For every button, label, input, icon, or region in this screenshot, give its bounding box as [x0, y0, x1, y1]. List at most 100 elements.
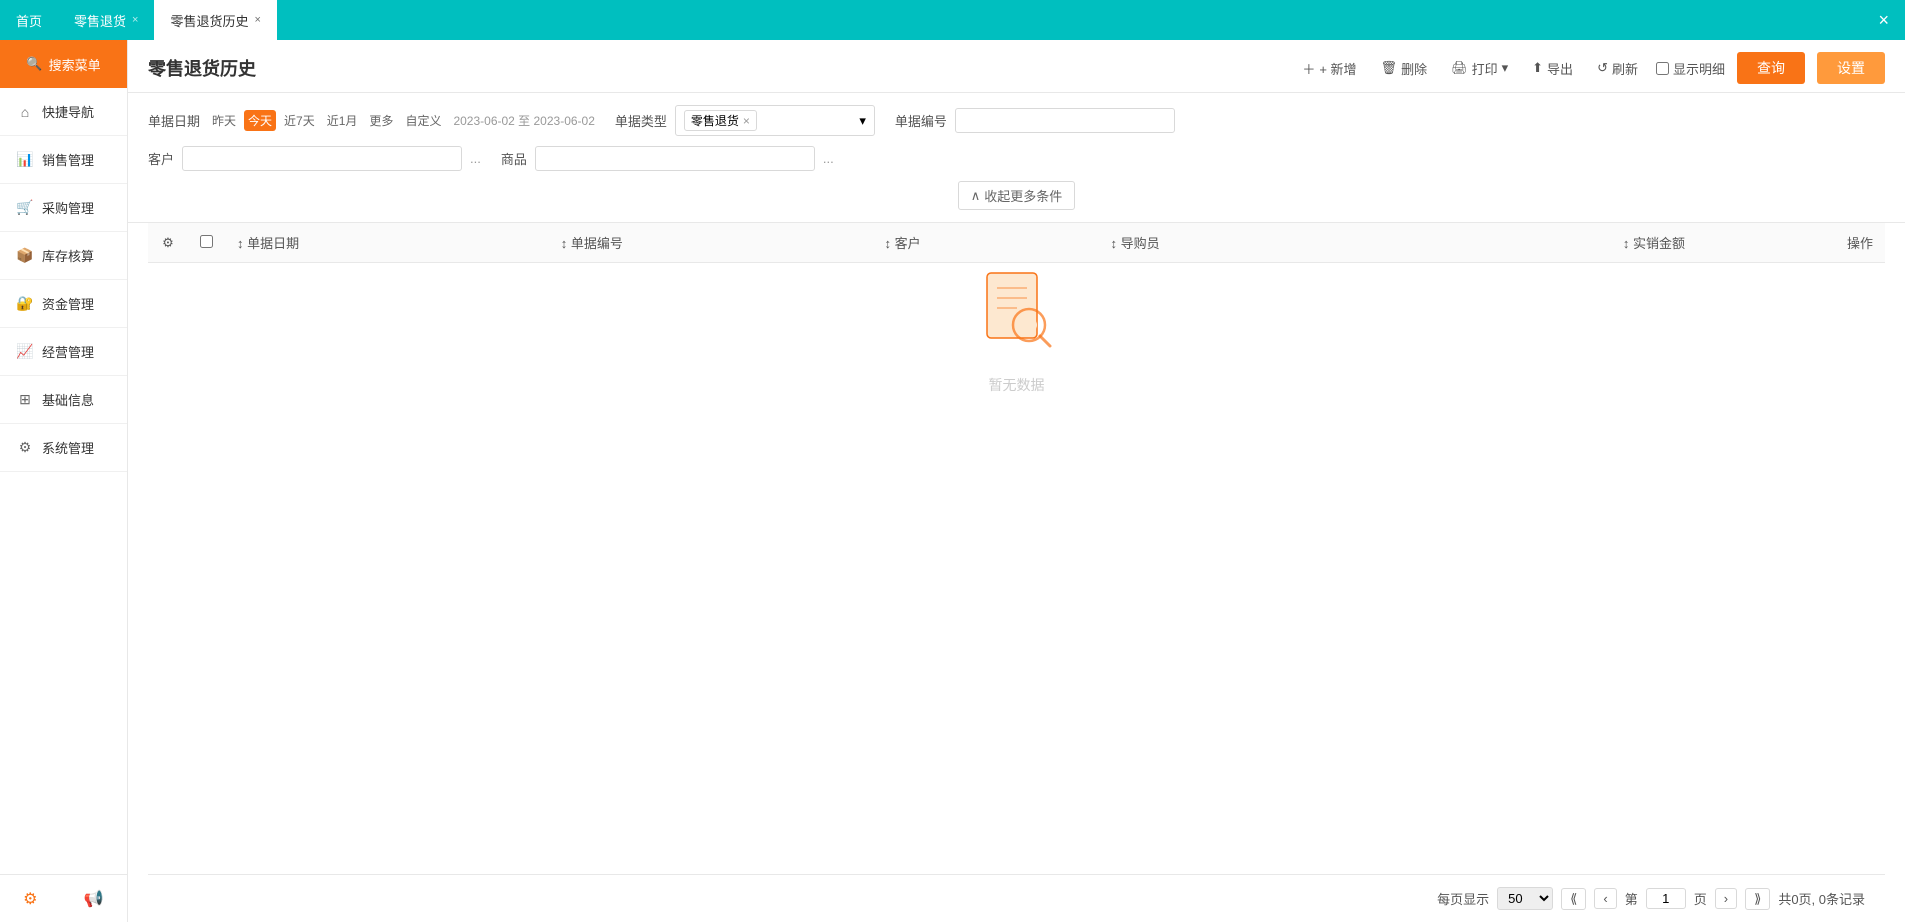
- delete-btn[interactable]: 🗑 删除: [1375, 55, 1434, 82]
- date-shortcuts: 昨天 今天 近7天 近1月 更多 自定义: [208, 110, 445, 131]
- content-area: 零售退货历史 ＋ + 新增 🗑 删除 🖨 打印 ▾ ⬆ 导出: [128, 40, 1905, 922]
- add-icon: ＋: [1302, 59, 1315, 78]
- sidebar: 🔍 搜索菜单 ⌂ 快捷导航 📊 销售管理 🛒 采购管理 📦 库存核算 🔐: [0, 40, 128, 922]
- th-doc-no[interactable]: ↕ 单据编号: [549, 223, 873, 263]
- date-range-display: 2023-06-02 至 2023-06-02: [453, 112, 594, 129]
- date-today[interactable]: 今天: [244, 110, 276, 131]
- first-page-btn[interactable]: ⟪: [1561, 888, 1586, 910]
- empty-icon: [967, 263, 1067, 363]
- tab-retail-return-history[interactable]: 零售退货历史 ×: [154, 0, 276, 40]
- pagination: 每页显示 50 10 20 100 ⟪ ‹ 第 页 › ⟫ 共0页, 0条记录: [148, 874, 1885, 922]
- table-area: ⚙ ↕ 单据日期 ↕ 单据编号: [128, 223, 1905, 922]
- sidebar-item-operations[interactable]: 📈 经营管理: [0, 328, 127, 376]
- sidebar-item-system[interactable]: ⚙ 系统管理: [0, 424, 127, 472]
- setting-button[interactable]: 设置: [1817, 52, 1885, 84]
- th-checkbox[interactable]: [188, 223, 225, 263]
- home-icon: ⌂: [16, 103, 34, 121]
- bar-icon: 📈: [16, 343, 34, 361]
- date-1month[interactable]: 近1月: [323, 110, 362, 131]
- tab-retail-return[interactable]: 零售退货 ×: [58, 0, 154, 40]
- print-btn[interactable]: 🖨 打印 ▾: [1445, 55, 1514, 82]
- header-actions: ＋ + 新增 🗑 删除 🖨 打印 ▾ ⬆ 导出 ↺: [1296, 52, 1885, 84]
- box-icon: 📦: [16, 247, 34, 265]
- select-all-checkbox[interactable]: [200, 235, 213, 248]
- main-layout: 🔍 搜索菜单 ⌂ 快捷导航 📊 销售管理 🛒 采购管理 📦 库存核算 🔐: [0, 40, 1905, 922]
- goods-input[interactable]: [535, 146, 815, 171]
- page-title: 零售退货历史: [148, 55, 256, 81]
- tab-retail-return-history-close[interactable]: ×: [254, 14, 260, 26]
- sidebar-item-finance[interactable]: 🔐 资金管理: [0, 280, 127, 328]
- th-settings[interactable]: ⚙: [148, 223, 188, 263]
- sidebar-item-basic-info[interactable]: ⊞ 基础信息: [0, 376, 127, 424]
- speaker-icon[interactable]: 📢: [84, 889, 104, 909]
- date-filter: 单据日期 昨天 今天 近7天 近1月 更多 自定义 2023-06-02 至 2…: [148, 110, 595, 131]
- export-icon: ⬆: [1532, 60, 1543, 76]
- export-btn[interactable]: ⬆ 导出: [1526, 55, 1579, 82]
- per-page-label: 每页显示: [1437, 889, 1489, 908]
- query-button[interactable]: 查询: [1737, 52, 1805, 84]
- lock-icon: 🔐: [16, 295, 34, 313]
- filter-row-2: 客户 ... 商品 ...: [148, 146, 1885, 171]
- show-detail-input[interactable]: [1656, 62, 1669, 75]
- refresh-btn[interactable]: ↺ 刷新: [1591, 55, 1644, 82]
- customer-filter: 客户 ...: [148, 146, 481, 171]
- data-table: ⚙ ↕ 单据日期 ↕ 单据编号: [148, 223, 1885, 263]
- goods-ellipsis[interactable]: ...: [823, 151, 834, 166]
- topbar: 首页 零售退货 × 零售退货历史 × ×: [0, 0, 1905, 40]
- goods-label: 商品: [501, 149, 527, 168]
- print-icon: 🖨: [1451, 60, 1468, 76]
- sidebar-bottom: ⚙ 📢: [0, 874, 127, 922]
- total-label: 共0页, 0条记录: [1778, 889, 1865, 908]
- table-header-row: ⚙ ↕ 单据日期 ↕ 单据编号: [148, 223, 1885, 263]
- date-custom[interactable]: 自定义: [401, 110, 445, 131]
- sidebar-item-quick-nav[interactable]: ⌂ 快捷导航: [0, 88, 127, 136]
- date-7days[interactable]: 近7天: [280, 110, 319, 131]
- refresh-icon: ↺: [1597, 60, 1608, 76]
- print-chevron-icon: ▾: [1502, 60, 1509, 76]
- date-yesterday[interactable]: 昨天: [208, 110, 240, 131]
- doc-type-filter: 单据类型 零售退货 × ▾: [615, 105, 875, 136]
- customer-input[interactable]: [182, 146, 462, 171]
- page-input[interactable]: [1646, 888, 1686, 909]
- doc-type-tag-close[interactable]: ×: [743, 114, 750, 128]
- th-doc-date[interactable]: ↕ 单据日期: [225, 223, 549, 263]
- sidebar-item-sales[interactable]: 📊 销售管理: [0, 136, 127, 184]
- doc-type-label: 单据类型: [615, 111, 667, 130]
- gear-bottom-icon[interactable]: ⚙: [23, 889, 37, 909]
- doc-no-label: 单据编号: [895, 111, 947, 130]
- date-filter-label: 单据日期: [148, 111, 200, 130]
- next-page-btn[interactable]: ›: [1715, 888, 1737, 909]
- tab-home[interactable]: 首页: [0, 0, 58, 40]
- date-more[interactable]: 更多: [365, 110, 397, 131]
- empty-state: 暂无数据: [148, 263, 1885, 395]
- page-unit: 页: [1694, 889, 1707, 908]
- customer-ellipsis[interactable]: ...: [470, 151, 481, 166]
- delete-icon: 🗑: [1381, 60, 1398, 76]
- th-guide[interactable]: ↕ 导购员: [1098, 223, 1373, 263]
- collapse-icon: ∧: [971, 188, 981, 204]
- th-action: 操作: [1697, 223, 1885, 263]
- doc-type-select[interactable]: 零售退货 × ▾: [675, 105, 875, 136]
- table-wrapper: ⚙ ↕ 单据日期 ↕ 单据编号: [148, 223, 1885, 874]
- empty-text: 暂无数据: [989, 375, 1045, 395]
- add-btn[interactable]: ＋ + 新增: [1296, 55, 1362, 82]
- search-icon: 🔍: [26, 56, 42, 72]
- sidebar-search-label: 搜索菜单: [49, 55, 101, 74]
- collapse-btn[interactable]: ∧ 收起更多条件: [958, 181, 1076, 210]
- show-detail-checkbox[interactable]: 显示明细: [1656, 59, 1725, 78]
- doc-no-filter: 单据编号: [895, 108, 1175, 133]
- per-page-select[interactable]: 50 10 20 100: [1497, 887, 1553, 910]
- tab-retail-return-close[interactable]: ×: [132, 14, 138, 26]
- goods-filter: 商品 ...: [501, 146, 834, 171]
- last-page-btn[interactable]: ⟫: [1745, 888, 1770, 910]
- window-close-btn[interactable]: ×: [1862, 10, 1905, 31]
- doc-no-input[interactable]: [955, 108, 1175, 133]
- th-amount[interactable]: ↕ 实销金额: [1373, 223, 1697, 263]
- prev-page-btn[interactable]: ‹: [1594, 888, 1616, 909]
- sidebar-item-inventory[interactable]: 📦 库存核算: [0, 232, 127, 280]
- th-customer[interactable]: ↕ 客户: [872, 223, 1098, 263]
- sidebar-item-purchase[interactable]: 🛒 采购管理: [0, 184, 127, 232]
- filter-area: 单据日期 昨天 今天 近7天 近1月 更多 自定义 2023-06-02 至 2…: [128, 93, 1905, 223]
- sidebar-search[interactable]: 🔍 搜索菜单: [0, 40, 127, 88]
- chart-icon: 📊: [16, 151, 34, 169]
